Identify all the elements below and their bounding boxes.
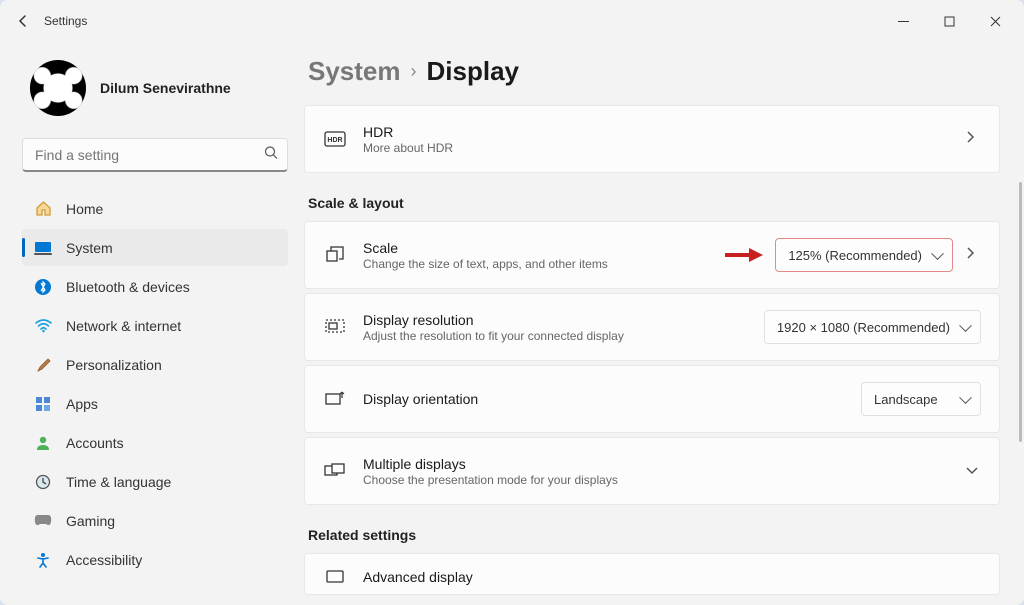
resolution-icon <box>323 318 347 336</box>
person-icon <box>34 434 52 452</box>
minimize-button[interactable] <box>880 5 926 37</box>
hdr-title: HDR <box>363 124 453 140</box>
section-scale-layout: Scale & layout <box>308 195 1000 211</box>
sidebar-item-label: Personalization <box>66 357 162 373</box>
search-wrap <box>22 138 288 172</box>
gaming-icon <box>34 512 52 530</box>
sidebar-item-apps[interactable]: Apps <box>22 385 288 422</box>
scale-title: Scale <box>363 240 608 256</box>
sidebar: Dilum Senevirathne Home System <box>0 42 300 605</box>
multiple-displays-card[interactable]: Multiple displays Choose the presentatio… <box>304 437 1000 505</box>
sidebar-item-label: Accessibility <box>66 552 142 568</box>
back-button[interactable] <box>6 4 40 38</box>
resolution-subtitle: Adjust the resolution to fit your connec… <box>363 329 624 343</box>
profile[interactable]: Dilum Senevirathne <box>22 60 288 116</box>
sidebar-item-system[interactable]: System <box>22 229 288 266</box>
advanced-display-card[interactable]: Advanced display <box>304 553 1000 595</box>
svg-text:HDR: HDR <box>327 137 342 144</box>
home-icon <box>34 200 52 218</box>
hdr-card[interactable]: HDR HDR More about HDR <box>304 105 1000 173</box>
accessibility-icon <box>34 551 52 569</box>
settings-window: Settings Dilum Senevirathne Home <box>0 0 1024 605</box>
titlebar: Settings <box>0 0 1024 42</box>
chevron-down-icon <box>965 462 981 480</box>
maximize-button[interactable] <box>926 5 972 37</box>
sidebar-item-home[interactable]: Home <box>22 190 288 227</box>
resolution-select[interactable]: 1920 × 1080 (Recommended) <box>764 310 981 344</box>
avatar <box>30 60 86 116</box>
sidebar-item-label: System <box>66 240 113 256</box>
minimize-icon <box>898 16 909 27</box>
sidebar-item-accounts[interactable]: Accounts <box>22 424 288 461</box>
display-icon <box>323 569 347 585</box>
arrow-annotation-icon <box>727 247 763 263</box>
multiple-displays-title: Multiple displays <box>363 456 618 472</box>
system-icon <box>34 239 52 257</box>
sidebar-item-label: Gaming <box>66 513 115 529</box>
maximize-icon <box>944 16 955 27</box>
resolution-card[interactable]: Display resolution Adjust the resolution… <box>304 293 1000 361</box>
nav: Home System Bluetooth & devices Network … <box>22 190 288 578</box>
scale-subtitle: Change the size of text, apps, and other… <box>363 257 608 271</box>
orientation-title: Display orientation <box>363 391 478 407</box>
orientation-card[interactable]: Display orientation Landscape <box>304 365 1000 433</box>
orientation-icon <box>323 390 347 408</box>
sidebar-item-label: Home <box>66 201 103 217</box>
sidebar-item-label: Accounts <box>66 435 124 451</box>
hdr-icon: HDR <box>323 131 347 147</box>
sidebar-item-label: Bluetooth & devices <box>66 279 190 295</box>
orientation-select[interactable]: Landscape <box>861 382 981 416</box>
sidebar-item-label: Network & internet <box>66 318 181 334</box>
wifi-icon <box>34 317 52 335</box>
search-input[interactable] <box>22 138 288 172</box>
breadcrumb: System › Display <box>304 56 1000 87</box>
sidebar-item-label: Apps <box>66 396 98 412</box>
sidebar-item-personalization[interactable]: Personalization <box>22 346 288 383</box>
breadcrumb-parent[interactable]: System <box>308 56 401 87</box>
chevron-right-icon <box>965 246 981 265</box>
sidebar-item-network[interactable]: Network & internet <box>22 307 288 344</box>
profile-name: Dilum Senevirathne <box>100 80 231 96</box>
apps-icon <box>34 395 52 413</box>
scale-select[interactable]: 125% (Recommended) <box>775 238 953 272</box>
arrow-left-icon <box>15 13 31 29</box>
sidebar-item-label: Time & language <box>66 474 171 490</box>
close-icon <box>990 16 1001 27</box>
close-button[interactable] <box>972 5 1018 37</box>
advanced-display-title: Advanced display <box>363 569 473 585</box>
scale-card[interactable]: Scale Change the size of text, apps, and… <box>304 221 1000 289</box>
multiple-displays-subtitle: Choose the presentation mode for your di… <box>363 473 618 487</box>
breadcrumb-current: Display <box>427 56 520 87</box>
scrollbar[interactable] <box>1019 182 1022 442</box>
scale-icon <box>323 245 347 265</box>
clock-icon <box>34 473 52 491</box>
brush-icon <box>34 356 52 374</box>
chevron-right-icon: › <box>411 61 417 82</box>
sidebar-item-time[interactable]: Time & language <box>22 463 288 500</box>
sidebar-item-bluetooth[interactable]: Bluetooth & devices <box>22 268 288 305</box>
resolution-title: Display resolution <box>363 312 624 328</box>
chevron-right-icon <box>965 130 981 149</box>
sidebar-item-gaming[interactable]: Gaming <box>22 502 288 539</box>
window-title: Settings <box>44 14 87 28</box>
content-area: Dilum Senevirathne Home System <box>0 42 1024 605</box>
search-icon <box>264 146 278 165</box>
section-related: Related settings <box>308 527 1000 543</box>
window-controls <box>880 5 1018 37</box>
multiple-displays-icon <box>323 463 347 479</box>
main-panel: System › Display HDR HDR More about HDR … <box>300 42 1024 605</box>
sidebar-item-accessibility[interactable]: Accessibility <box>22 541 288 578</box>
hdr-subtitle: More about HDR <box>363 141 453 155</box>
bluetooth-icon <box>34 278 52 296</box>
